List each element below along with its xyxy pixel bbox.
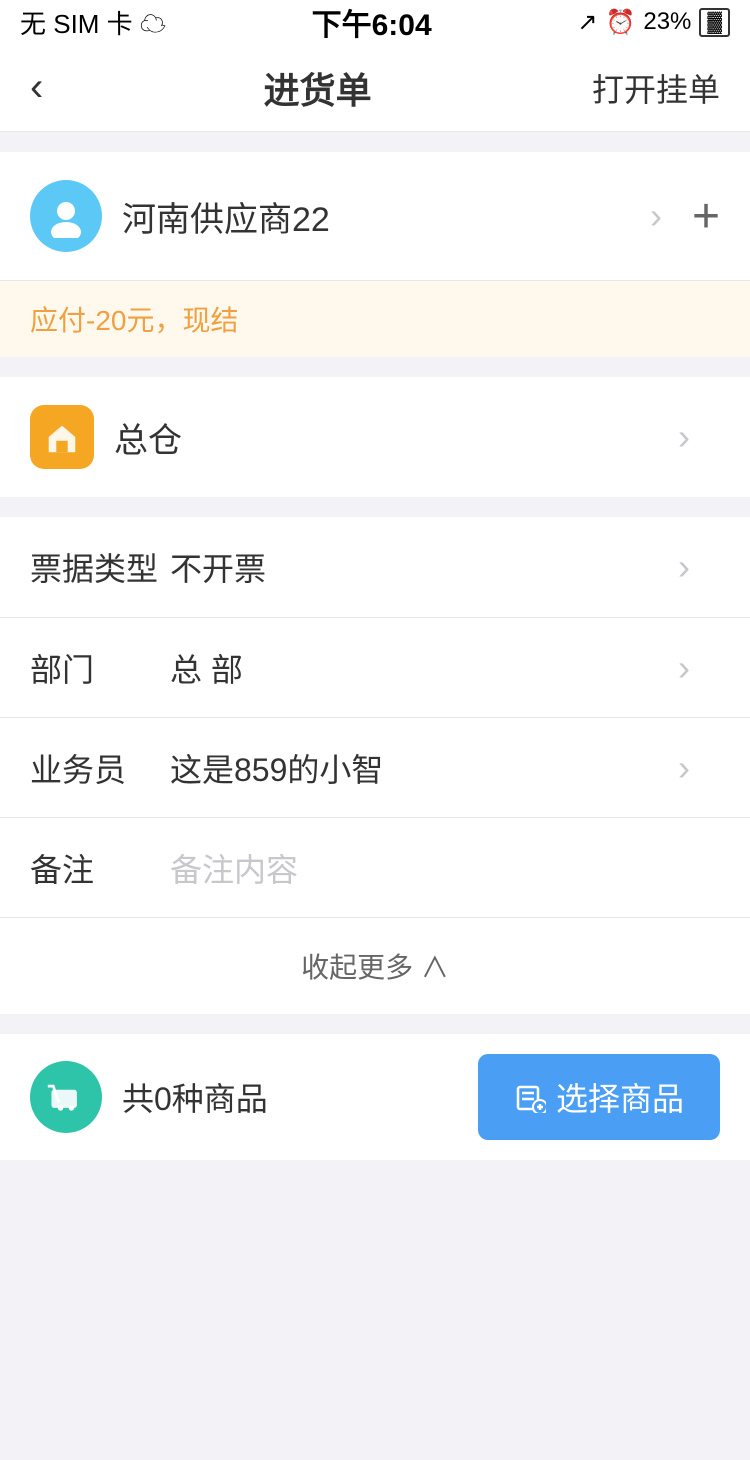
- invoice-type-label: 票据类型: [30, 544, 170, 590]
- select-product-button[interactable]: 选择商品: [478, 1054, 720, 1140]
- warehouse-row[interactable]: 总仓 ›: [0, 377, 750, 497]
- add-supplier-button[interactable]: +: [692, 189, 720, 244]
- page-background: [0, 1160, 750, 1460]
- salesperson-label: 业务员: [30, 745, 170, 791]
- section-divider-2: [0, 497, 750, 517]
- supplier-chevron-icon: ›: [650, 195, 662, 237]
- sim-label: 无 SIM 卡 ☁: [20, 4, 166, 41]
- salesperson-chevron: ›: [678, 747, 690, 789]
- status-right: ↗ ⏰ 23% ▓: [577, 8, 730, 37]
- user-icon: [44, 194, 88, 238]
- top-divider: [0, 132, 750, 152]
- location-icon: ↗: [577, 8, 597, 37]
- battery-label: 23%: [643, 8, 691, 36]
- warehouse-section: 总仓 ›: [0, 377, 750, 497]
- department-value: 总 部: [170, 645, 678, 691]
- department-label: 部门: [30, 645, 170, 691]
- collapse-button[interactable]: 收起更多 ∧: [0, 917, 750, 1014]
- status-time: 下午6:04: [312, 0, 432, 44]
- form-section: 票据类型 不开票 › 部门 总 部 › 业务员 这是859的小智 › 备注 备注…: [0, 517, 750, 1014]
- cart-icon: [46, 1077, 86, 1117]
- supplier-name: 河南供应商22: [122, 192, 650, 241]
- supplier-avatar: [30, 180, 102, 252]
- department-chevron: ›: [678, 647, 690, 689]
- supplier-row[interactable]: 河南供应商22 › +: [0, 152, 750, 281]
- warehouse-icon: [30, 405, 94, 469]
- product-count: 共0种商品: [122, 1074, 478, 1120]
- battery-icon: ▓: [699, 8, 730, 37]
- remark-input[interactable]: 备注内容: [170, 845, 720, 891]
- notice-bar: 应付-20元，现结: [0, 281, 750, 357]
- department-row[interactable]: 部门 总 部 ›: [0, 617, 750, 717]
- remark-label: 备注: [30, 845, 170, 891]
- collapse-label: 收起更多 ∧: [301, 946, 449, 986]
- product-icon: [30, 1061, 102, 1133]
- salesperson-row[interactable]: 业务员 这是859的小智 ›: [0, 717, 750, 817]
- section-divider-1: [0, 357, 750, 377]
- page-title: 进货单: [264, 62, 372, 114]
- status-bar: 无 SIM 卡 ☁ 下午6:04 ↗ ⏰ 23% ▓: [0, 0, 750, 44]
- house-icon: [43, 418, 81, 456]
- salesperson-value: 这是859的小智: [170, 745, 678, 791]
- status-left: 无 SIM 卡 ☁: [20, 4, 166, 41]
- remark-row[interactable]: 备注 备注内容: [0, 817, 750, 917]
- alarm-icon: ⏰: [605, 8, 635, 37]
- invoice-type-value: 不开票: [170, 544, 678, 590]
- invoice-type-chevron: ›: [678, 546, 690, 588]
- select-product-icon: [514, 1081, 546, 1113]
- product-bar: 共0种商品 选择商品: [0, 1034, 750, 1160]
- back-button[interactable]: ‹: [30, 65, 43, 110]
- nav-bar: ‹ 进货单 打开挂单: [0, 44, 750, 132]
- invoice-type-row[interactable]: 票据类型 不开票 ›: [0, 517, 750, 617]
- select-product-label: 选择商品: [556, 1074, 684, 1120]
- warehouse-chevron-icon: ›: [678, 416, 690, 458]
- open-pending-button[interactable]: 打开挂单: [592, 65, 720, 111]
- warehouse-name: 总仓: [114, 413, 678, 462]
- supplier-section: 河南供应商22 › + 应付-20元，现结: [0, 152, 750, 357]
